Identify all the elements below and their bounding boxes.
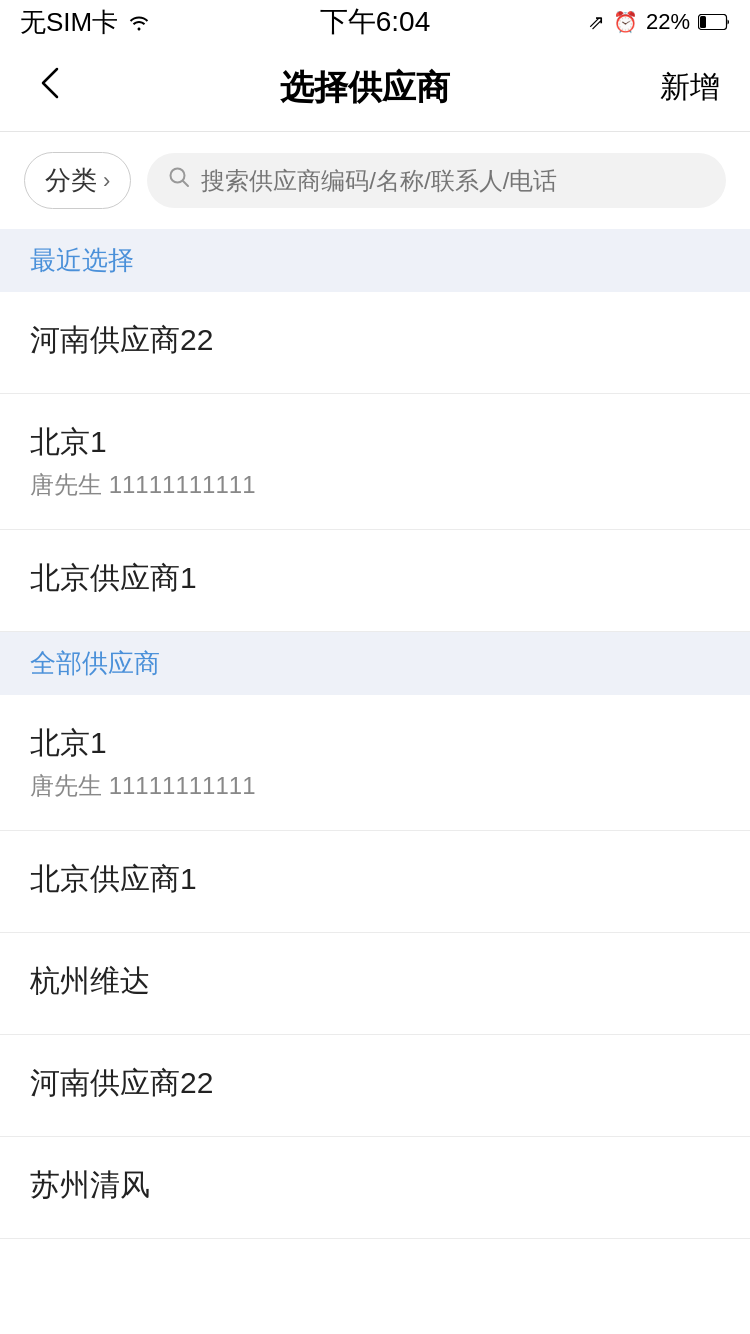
list-item-name: 河南供应商22 — [30, 1063, 720, 1104]
alarm-icon: ⏰ — [613, 10, 638, 34]
section-header-all: 全部供应商 — [0, 632, 750, 695]
battery-text: 22% — [646, 9, 690, 35]
list-item[interactable]: 河南供应商22 — [0, 292, 750, 394]
status-time: 下午6:04 — [320, 3, 431, 41]
list-item-name: 北京1 — [30, 723, 720, 764]
svg-rect-1 — [700, 16, 706, 28]
list-item[interactable]: 北京1 唐先生 11111111111 — [0, 695, 750, 831]
wifi-icon — [128, 7, 150, 38]
list-item[interactable]: 河南供应商22 — [0, 1035, 750, 1137]
list-item[interactable]: 北京供应商1 — [0, 530, 750, 632]
list-item-name: 北京供应商1 — [30, 558, 720, 599]
list-item[interactable]: 杭州维达 — [0, 933, 750, 1035]
location-icon: ⇗ — [588, 10, 605, 34]
list-item-name: 河南供应商22 — [30, 320, 720, 361]
nav-bar: 选择供应商 新增 — [0, 44, 750, 132]
list-item[interactable]: 北京供应商1 — [0, 831, 750, 933]
list-item-name: 杭州维达 — [30, 961, 720, 1002]
battery-icon — [698, 8, 730, 36]
category-label: 分类 — [45, 163, 97, 198]
category-filter-button[interactable]: 分类 › — [24, 152, 131, 209]
filter-bar: 分类 › — [0, 132, 750, 229]
no-sim-text: 无SIM卡 — [20, 5, 118, 40]
chevron-right-icon: › — [103, 168, 110, 194]
status-right: ⇗ ⏰ 22% — [588, 8, 730, 36]
search-box — [147, 153, 726, 208]
page-title: 选择供应商 — [280, 65, 450, 111]
list-item[interactable]: 北京1 唐先生 11111111111 — [0, 394, 750, 530]
status-left: 无SIM卡 — [20, 5, 150, 40]
list-item-name: 北京1 — [30, 422, 720, 463]
section-header-recent: 最近选择 — [0, 229, 750, 292]
list-item-name: 北京供应商1 — [30, 859, 720, 900]
list-item-name: 苏州清风 — [30, 1165, 720, 1206]
back-button[interactable] — [30, 56, 70, 119]
sections-container: 最近选择河南供应商22 北京1 唐先生 11111111111 北京供应商1 全部供应商… — [0, 229, 750, 1239]
status-bar: 无SIM卡 下午6:04 ⇗ ⏰ 22% — [0, 0, 750, 44]
list-item[interactable]: 苏州清风 — [0, 1137, 750, 1239]
section-header-text-recent: 最近选择 — [30, 245, 134, 275]
search-input[interactable] — [201, 167, 706, 195]
add-button[interactable]: 新增 — [660, 67, 720, 108]
search-icon — [167, 165, 191, 196]
list-item-sub: 唐先生 11111111111 — [30, 770, 720, 802]
section-header-text-all: 全部供应商 — [30, 648, 160, 678]
list-item-sub: 唐先生 11111111111 — [30, 469, 720, 501]
